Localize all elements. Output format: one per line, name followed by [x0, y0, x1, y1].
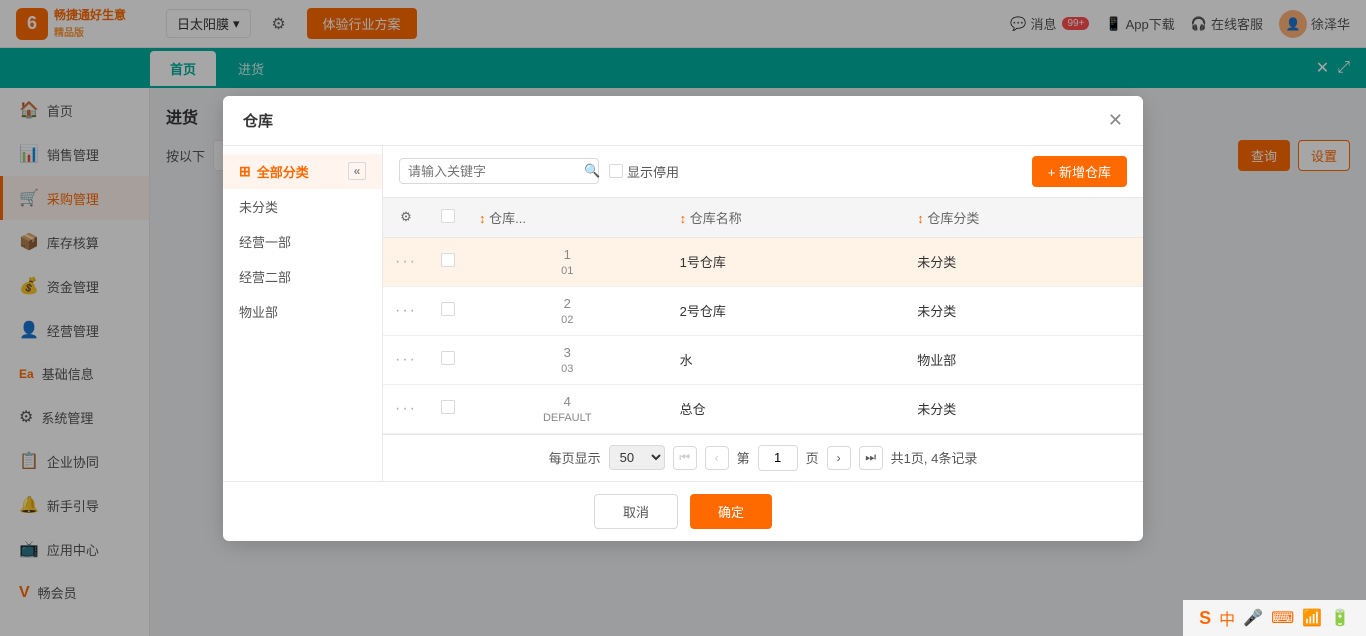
- page-label: 第: [737, 448, 750, 467]
- col-checkbox: [429, 198, 467, 238]
- table-row[interactable]: ··· 4DEFAULT 总仓 未分类: [383, 384, 1143, 433]
- confirm-button[interactable]: 确定: [690, 494, 772, 529]
- category-label-2: 经营二部: [239, 270, 291, 285]
- all-categories-item[interactable]: ⊞ 全部分类 «: [223, 154, 382, 189]
- per-page-select[interactable]: 50 100: [609, 445, 665, 470]
- cancel-button[interactable]: 取消: [594, 494, 678, 529]
- sort-icon-name: ↕: [680, 211, 687, 226]
- col-category: ↕ 仓库分类: [905, 198, 1143, 238]
- grid-icon: ⊞: [239, 163, 251, 180]
- row-name-0: 1号仓库: [668, 237, 906, 286]
- table-row[interactable]: ··· 101 1号仓库 未分类: [383, 237, 1143, 286]
- table-toolbar: 🔍 显示停用 + 新增仓库: [383, 146, 1143, 198]
- dialog-body: ⊞ 全部分类 « 未分类 经营一部 经营二部 物业部: [223, 146, 1143, 481]
- col-name: ↕ 仓库名称: [668, 198, 906, 238]
- dialog-header: 仓库 ✕: [223, 96, 1143, 146]
- table-header: ⚙ ↕ 仓库... ↕: [383, 198, 1143, 238]
- row-category-0: 未分类: [905, 237, 1143, 286]
- row-checkbox-1[interactable]: [441, 302, 455, 316]
- row-checkbox-cell-0: [429, 237, 467, 286]
- row-checkbox-cell-2: [429, 335, 467, 384]
- warehouse-dialog: 仓库 ✕ ⊞ 全部分类 « 未分类 经营一部 经营二部: [223, 96, 1143, 541]
- show-disabled-checkbox[interactable]: [609, 164, 623, 178]
- category-item-0[interactable]: 未分类: [223, 189, 382, 224]
- dialog-footer: 取消 确定: [223, 481, 1143, 541]
- search-icon[interactable]: 🔍: [584, 163, 600, 179]
- add-warehouse-button[interactable]: + 新增仓库: [1032, 156, 1127, 187]
- statusbar: S 中 🎤 ⌨ 📶 🔋: [1183, 600, 1366, 636]
- battery-icon[interactable]: 🔋: [1330, 608, 1350, 628]
- keyboard-icon[interactable]: ⌨: [1271, 608, 1294, 628]
- dialog-close-button[interactable]: ✕: [1108, 110, 1123, 131]
- row-settings-0[interactable]: ···: [383, 237, 429, 286]
- row-num-2: 303: [467, 335, 668, 384]
- row-checkbox-cell-3: [429, 384, 467, 433]
- row-num-3: 4DEFAULT: [467, 384, 668, 433]
- row-category-3: 未分类: [905, 384, 1143, 433]
- pagination-bar: 每页显示 50 100 ⏮ ‹ 第 页 › ⏭ 共1页, 4条记录: [383, 434, 1143, 481]
- mic-icon[interactable]: 🎤: [1243, 608, 1263, 628]
- row-settings-2[interactable]: ···: [383, 335, 429, 384]
- total-info: 共1页, 4条记录: [891, 448, 978, 467]
- row-category-1: 未分类: [905, 286, 1143, 335]
- sort-icon: ↕: [479, 211, 486, 226]
- settings-col-icon: ⚙: [400, 209, 412, 224]
- data-table: ⚙ ↕ 仓库... ↕: [383, 198, 1143, 434]
- category-label-1: 经营一部: [239, 235, 291, 250]
- first-page-button[interactable]: ⏮: [673, 446, 697, 470]
- category-panel: ⊞ 全部分类 « 未分类 经营一部 经营二部 物业部: [223, 146, 383, 481]
- all-categories-label: 全部分类: [257, 162, 309, 181]
- category-item-3[interactable]: 物业部: [223, 294, 382, 329]
- category-label-3: 物业部: [239, 305, 278, 320]
- row-checkbox-2[interactable]: [441, 351, 455, 365]
- table-row[interactable]: ··· 202 2号仓库 未分类: [383, 286, 1143, 335]
- row-settings-3[interactable]: ···: [383, 384, 429, 433]
- row-name-1: 2号仓库: [668, 286, 906, 335]
- s-icon: S: [1199, 608, 1211, 629]
- col-settings: ⚙: [383, 198, 429, 238]
- network-icon[interactable]: 📶: [1302, 608, 1322, 628]
- row-checkbox-3[interactable]: [441, 400, 455, 414]
- show-disabled-wrap: 显示停用: [609, 162, 679, 181]
- category-item-2[interactable]: 经营二部: [223, 259, 382, 294]
- more-icon-1: ···: [395, 302, 417, 319]
- page-number-input[interactable]: [758, 445, 798, 471]
- more-icon-0: ···: [395, 253, 417, 270]
- table-panel: 🔍 显示停用 + 新增仓库 ⚙: [383, 146, 1143, 481]
- row-num-0: 101: [467, 237, 668, 286]
- per-page-label: 每页显示: [549, 448, 601, 467]
- search-input[interactable]: [408, 164, 584, 179]
- more-icon-3: ···: [395, 400, 417, 417]
- modal-overlay: 仓库 ✕ ⊞ 全部分类 « 未分类 经营一部 经营二部: [0, 0, 1366, 636]
- table-row[interactable]: ··· 303 水 物业部: [383, 335, 1143, 384]
- row-category-2: 物业部: [905, 335, 1143, 384]
- last-page-button[interactable]: ⏭: [859, 446, 883, 470]
- row-num-1: 202: [467, 286, 668, 335]
- more-icon-2: ···: [395, 351, 417, 368]
- warehouse-table: ⚙ ↕ 仓库... ↕: [383, 198, 1143, 434]
- search-input-wrap[interactable]: 🔍: [399, 158, 599, 184]
- row-name-2: 水: [668, 335, 906, 384]
- table-body: ··· 101 1号仓库 未分类 ··· 202 2号仓库 未分类 ···: [383, 237, 1143, 433]
- collapse-button[interactable]: «: [348, 162, 366, 180]
- sort-icon-cat: ↕: [917, 211, 924, 226]
- select-all-checkbox[interactable]: [441, 209, 455, 223]
- col-code: ↕ 仓库...: [467, 198, 668, 238]
- prev-page-button[interactable]: ‹: [705, 446, 729, 470]
- page-suffix: 页: [806, 448, 819, 467]
- next-page-button[interactable]: ›: [827, 446, 851, 470]
- chinese-icon[interactable]: 中: [1219, 606, 1235, 630]
- show-disabled-label: 显示停用: [627, 162, 679, 181]
- row-name-3: 总仓: [668, 384, 906, 433]
- category-label-0: 未分类: [239, 200, 278, 215]
- row-checkbox-cell-1: [429, 286, 467, 335]
- row-settings-1[interactable]: ···: [383, 286, 429, 335]
- category-item-1[interactable]: 经营一部: [223, 224, 382, 259]
- dialog-title: 仓库: [243, 110, 273, 131]
- row-checkbox-0[interactable]: [441, 253, 455, 267]
